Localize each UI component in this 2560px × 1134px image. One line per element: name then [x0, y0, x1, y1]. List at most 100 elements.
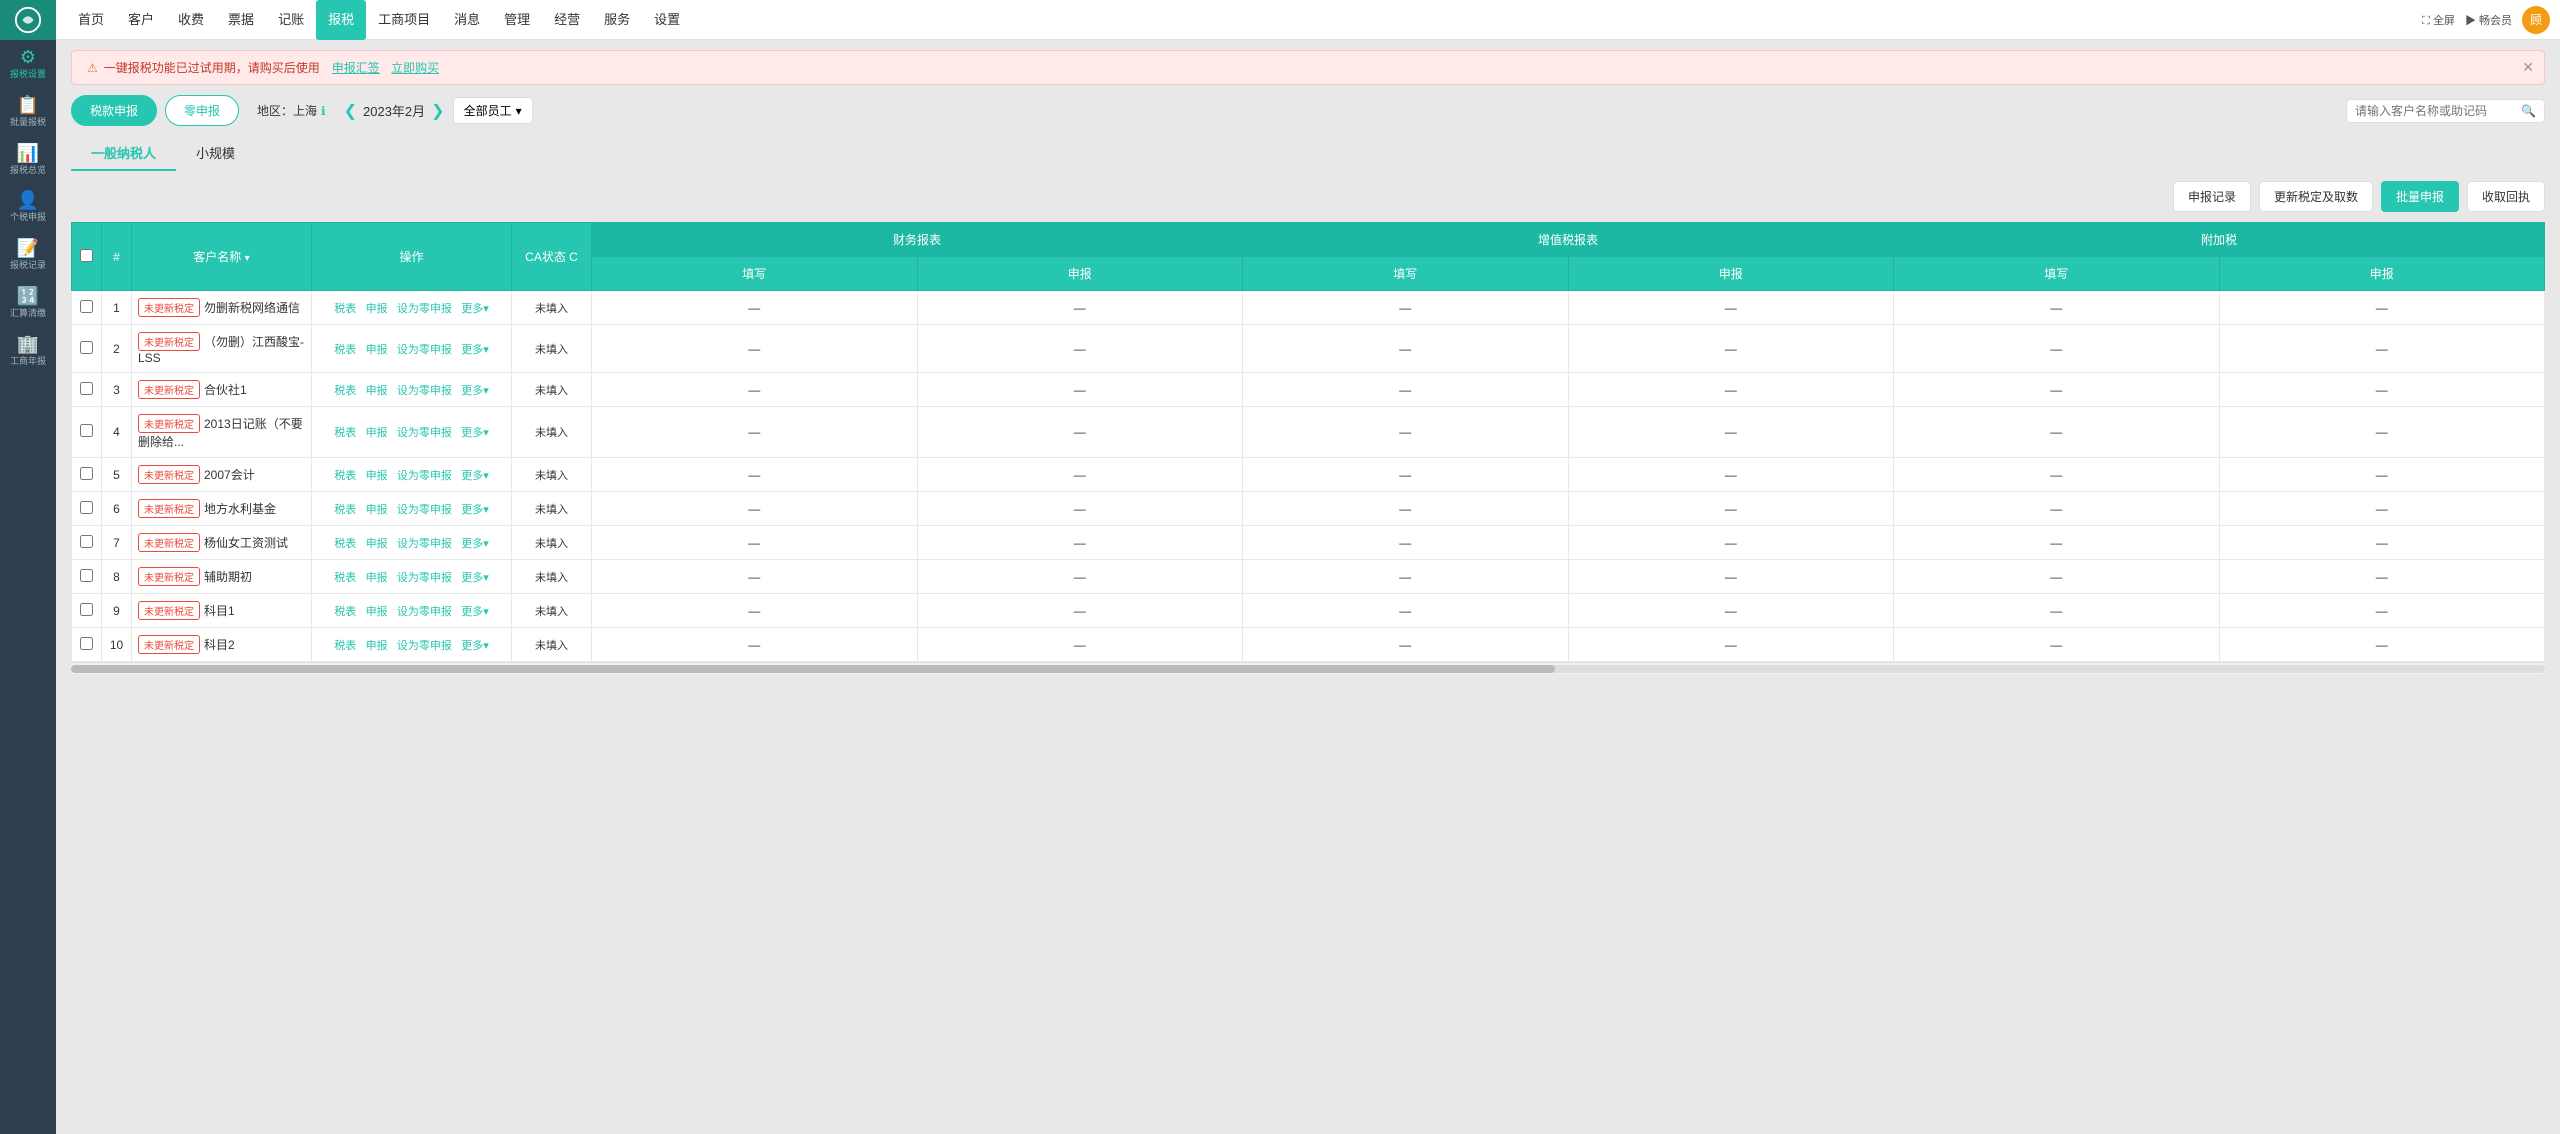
nav-billing[interactable]: 收费: [166, 0, 216, 40]
op-more-7[interactable]: 更多▾: [461, 572, 489, 584]
sidebar-item-batch-tax[interactable]: 📋 批量报税: [0, 88, 56, 136]
op-tax-table-1[interactable]: 税表: [334, 344, 356, 356]
op-more-2[interactable]: 更多▾: [461, 385, 489, 397]
op-zero-declare-6[interactable]: 设为零申报: [397, 538, 452, 550]
op-tax-table-9[interactable]: 税表: [334, 640, 356, 652]
date-next-button[interactable]: ❯: [431, 101, 444, 121]
op-tax-table-0[interactable]: 税表: [334, 303, 356, 315]
tab-tax-declare[interactable]: 税款申报: [71, 95, 157, 126]
op-tax-table-5[interactable]: 税表: [334, 504, 356, 516]
op-tax-table-4[interactable]: 税表: [334, 470, 356, 482]
op-declare-9[interactable]: 申报: [366, 640, 388, 652]
row-checkbox-9[interactable]: [72, 628, 102, 662]
member-button[interactable]: ▶ 畅会员: [2465, 12, 2512, 28]
fullscreen-button[interactable]: ⛶ 全屏: [2422, 12, 2455, 28]
op-tax-table-6[interactable]: 税表: [334, 538, 356, 550]
op-more-0[interactable]: 更多▾: [461, 303, 489, 315]
nav-operations[interactable]: 经营: [542, 0, 592, 40]
row-select-3[interactable]: [80, 424, 93, 437]
row-checkbox-6[interactable]: [72, 526, 102, 560]
op-declare-8[interactable]: 申报: [366, 606, 388, 618]
search-icon[interactable]: 🔍: [2521, 104, 2536, 118]
row-checkbox-3[interactable]: [72, 407, 102, 458]
th-select-all[interactable]: [72, 223, 102, 291]
sidebar-item-tax-settings[interactable]: ⚙ 报税设置: [0, 40, 56, 88]
row-select-4[interactable]: [80, 467, 93, 480]
nav-home[interactable]: 首页: [66, 0, 116, 40]
horizontal-scrollbar[interactable]: [71, 662, 2545, 674]
search-input[interactable]: [2355, 104, 2515, 118]
tab-general-taxpayer[interactable]: 一般纳税人: [71, 136, 176, 171]
region-info-icon[interactable]: ℹ: [321, 104, 326, 118]
nav-biz-project[interactable]: 工商项目: [366, 0, 442, 40]
op-declare-5[interactable]: 申报: [366, 504, 388, 516]
date-prev-button[interactable]: ❮: [344, 101, 357, 121]
op-zero-declare-2[interactable]: 设为零申报: [397, 385, 452, 397]
op-more-8[interactable]: 更多▾: [461, 606, 489, 618]
op-tax-table-3[interactable]: 税表: [334, 427, 356, 439]
op-declare-7[interactable]: 申报: [366, 572, 388, 584]
collect-receipt-button[interactable]: 收取回执: [2467, 181, 2545, 212]
nav-messages[interactable]: 消息: [442, 0, 492, 40]
sidebar-item-tax-overview[interactable]: 📊 报税总览: [0, 136, 56, 184]
op-more-1[interactable]: 更多▾: [461, 344, 489, 356]
row-select-0[interactable]: [80, 300, 93, 313]
nav-service[interactable]: 服务: [592, 0, 642, 40]
op-declare-2[interactable]: 申报: [366, 385, 388, 397]
row-checkbox-1[interactable]: [72, 325, 102, 373]
row-checkbox-4[interactable]: [72, 458, 102, 492]
row-select-7[interactable]: [80, 569, 93, 582]
tab-small-scale[interactable]: 小规模: [176, 136, 255, 171]
nav-tax[interactable]: 报税: [316, 0, 366, 40]
update-tax-data-button[interactable]: 更新税定及取数: [2259, 181, 2373, 212]
op-tax-table-7[interactable]: 税表: [334, 572, 356, 584]
select-all-checkbox[interactable]: [80, 249, 93, 262]
notice-close-button[interactable]: ✕: [2522, 59, 2534, 76]
sidebar-item-calc-clear[interactable]: 🔢 汇算清缴: [0, 279, 56, 327]
op-declare-0[interactable]: 申报: [366, 303, 388, 315]
op-zero-declare-9[interactable]: 设为零申报: [397, 640, 452, 652]
row-select-1[interactable]: [80, 341, 93, 354]
op-more-6[interactable]: 更多▾: [461, 538, 489, 550]
sidebar-item-tax-records[interactable]: 📝 报税记录: [0, 231, 56, 279]
staff-selector[interactable]: 全部员工 ▾: [453, 97, 533, 124]
nav-manage[interactable]: 管理: [492, 0, 542, 40]
row-select-2[interactable]: [80, 382, 93, 395]
row-checkbox-8[interactable]: [72, 594, 102, 628]
op-more-3[interactable]: 更多▾: [461, 427, 489, 439]
sidebar-item-personal-tax[interactable]: 👤 个税申报: [0, 183, 56, 231]
row-checkbox-2[interactable]: [72, 373, 102, 407]
nav-invoice[interactable]: 票据: [216, 0, 266, 40]
op-declare-6[interactable]: 申报: [366, 538, 388, 550]
op-tax-table-8[interactable]: 税表: [334, 606, 356, 618]
op-declare-1[interactable]: 申报: [366, 344, 388, 356]
op-zero-declare-8[interactable]: 设为零申报: [397, 606, 452, 618]
declare-records-button[interactable]: 申报记录: [2173, 181, 2251, 212]
op-zero-declare-0[interactable]: 设为零申报: [397, 303, 452, 315]
row-select-9[interactable]: [80, 637, 93, 650]
row-checkbox-5[interactable]: [72, 492, 102, 526]
row-checkbox-0[interactable]: [72, 291, 102, 325]
sidebar-item-biz-annual[interactable]: 🏢 工商年报: [0, 327, 56, 375]
op-declare-3[interactable]: 申报: [366, 427, 388, 439]
op-zero-declare-4[interactable]: 设为零申报: [397, 470, 452, 482]
nav-client[interactable]: 客户: [116, 0, 166, 40]
op-tax-table-2[interactable]: 税表: [334, 385, 356, 397]
op-zero-declare-3[interactable]: 设为零申报: [397, 427, 452, 439]
op-more-4[interactable]: 更多▾: [461, 470, 489, 482]
row-select-5[interactable]: [80, 501, 93, 514]
row-checkbox-7[interactable]: [72, 560, 102, 594]
notice-link-buy[interactable]: 立即购买: [391, 61, 439, 75]
op-declare-4[interactable]: 申报: [366, 470, 388, 482]
nav-accounting[interactable]: 记账: [266, 0, 316, 40]
op-zero-declare-1[interactable]: 设为零申报: [397, 344, 452, 356]
op-zero-declare-5[interactable]: 设为零申报: [397, 504, 452, 516]
batch-declare-button[interactable]: 批量申报: [2381, 181, 2459, 212]
notice-link-declare[interactable]: 申报汇签: [332, 61, 380, 75]
op-more-9[interactable]: 更多▾: [461, 640, 489, 652]
op-zero-declare-7[interactable]: 设为零申报: [397, 572, 452, 584]
op-more-5[interactable]: 更多▾: [461, 504, 489, 516]
nav-settings[interactable]: 设置: [642, 0, 692, 40]
tab-zero-declare[interactable]: 零申报: [165, 95, 239, 126]
row-select-6[interactable]: [80, 535, 93, 548]
